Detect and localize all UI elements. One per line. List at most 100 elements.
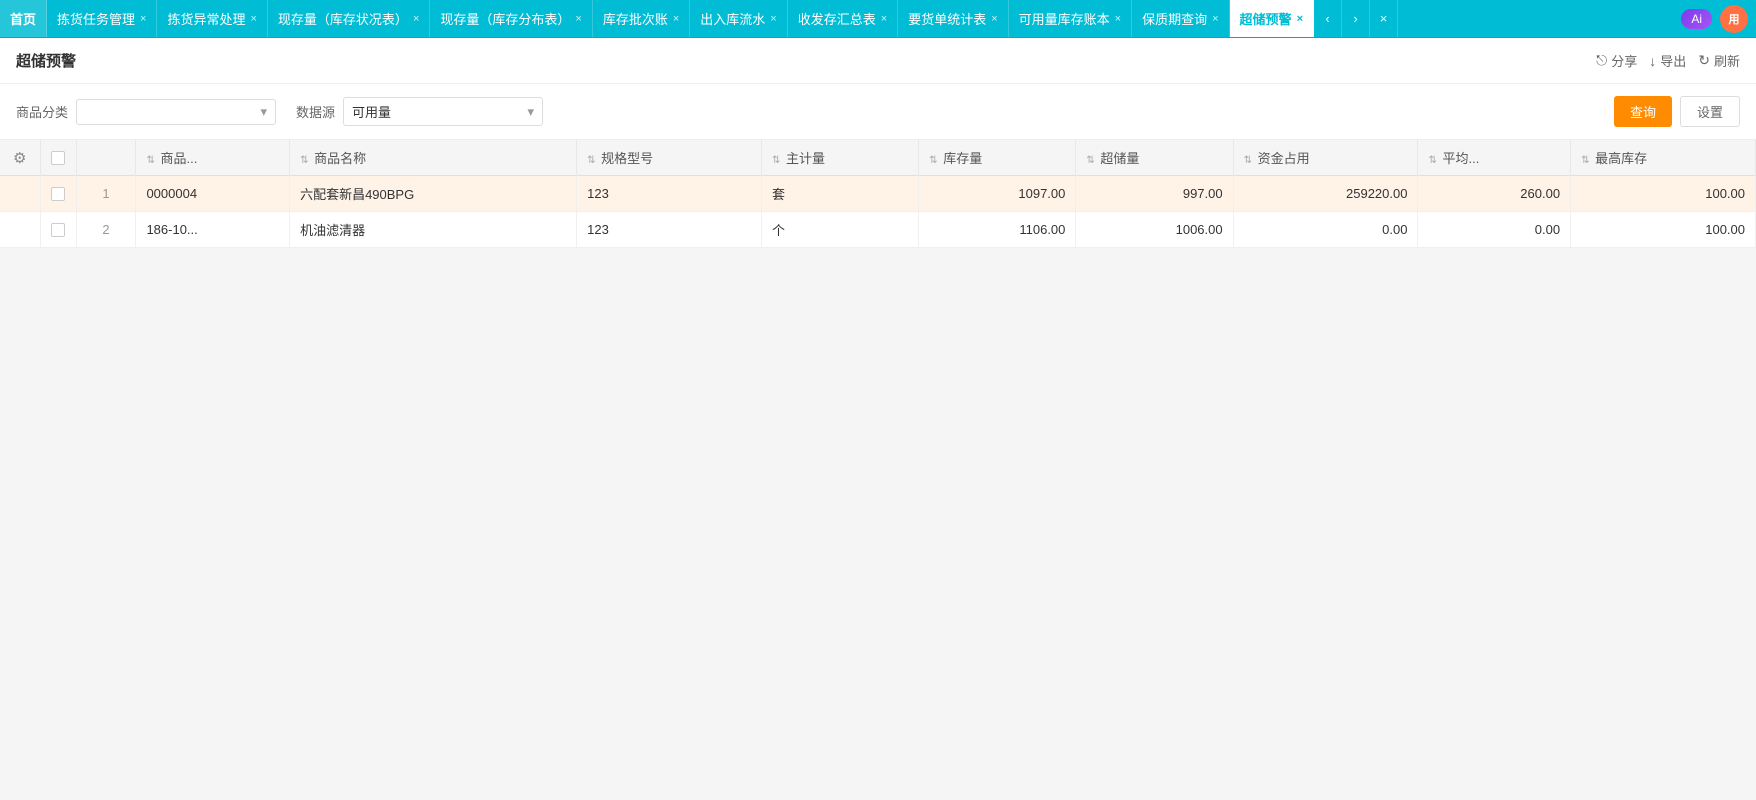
th-max-stock[interactable]: ⇅ 最高库存 [1571,140,1756,176]
category-dropdown-arrow: ▾ [260,104,267,120]
query-button[interactable]: 查询 [1614,96,1672,127]
th-capital[interactable]: ⇅ 资金占用 [1233,140,1418,176]
nav-prev-btn[interactable]: ‹ [1314,0,1342,37]
close-available-account[interactable]: × [1115,13,1121,25]
nav-label-pick-exception: 拣货异常处理 [167,9,245,28]
row-checkbox[interactable] [51,223,65,237]
nav-item-available-account[interactable]: 可用量库存账本 × [1009,0,1132,37]
nav-item-shelf-life[interactable]: 保质期查询 × [1132,0,1229,37]
nav-label-order-stats: 要货单统计表 [908,9,986,28]
nav-item-inout-flow[interactable]: 出入库流水 × [690,0,787,37]
nav-item-pick-task[interactable]: 拣货任务管理 × [47,0,157,37]
th-overstock[interactable]: ⇅ 超储量 [1076,140,1233,176]
nav-item-order-stats[interactable]: 要货单统计表 × [898,0,1008,37]
close-overstock-warning[interactable]: × [1297,13,1303,25]
close-pick-exception[interactable]: × [250,13,256,25]
td-checkbox-cell[interactable] [40,176,76,212]
nav-item-pick-exception[interactable]: 拣货异常处理 × [157,0,267,37]
th-avg-label: 平均... [1442,151,1479,166]
close-shelf-life[interactable]: × [1212,13,1218,25]
td-checkbox-cell[interactable] [40,212,76,248]
sort-icon-capital: ⇅ [1244,155,1252,166]
sort-icon-unit: ⇅ [772,155,780,166]
td-gear-cell [0,212,40,248]
nav-label-pick-task: 拣货任务管理 [57,9,135,28]
nav-item-home[interactable]: 首页 [0,0,47,37]
export-button[interactable]: ↓ 导出 [1649,51,1686,70]
td-capital: 259220.00 [1233,176,1418,212]
category-select[interactable]: ▾ [76,99,276,125]
td-index: 1 [76,176,136,212]
nav-label-stock-dist: 现存量（库存分布表） [440,9,570,28]
close-recv-summary[interactable]: × [881,13,887,25]
user-avatar[interactable]: 用 [1720,5,1748,33]
th-product-code[interactable]: ⇅ 商品... [136,140,290,176]
datasource-select[interactable]: 可用量 ▾ [343,97,543,126]
nav-label-available-account: 可用量库存账本 [1019,9,1110,28]
td-avg: 0.00 [1418,212,1571,248]
nav-item-home-label: 首页 [10,9,36,28]
nav-item-overstock-warning[interactable]: 超储预警 × [1230,0,1314,37]
th-spec[interactable]: ⇅ 规格型号 [577,140,762,176]
nav-next-btn[interactable]: › [1342,0,1370,37]
td-product-code: 186-10... [136,212,290,248]
td-product-code: 0000004 [136,176,290,212]
td-unit: 个 [761,212,918,248]
td-spec: 123 [577,176,762,212]
filter-buttons: 查询 设置 [1614,96,1740,127]
refresh-button[interactable]: ↻ 刷新 [1698,51,1740,70]
filter-bar: 商品分类 ▾ 数据源 可用量 ▾ 查询 设置 [0,84,1756,140]
td-product-name: 机油滤清器 [290,212,577,248]
nav-item-stock-dist[interactable]: 现存量（库存分布表） × [430,0,592,37]
td-max-stock: 100.00 [1571,212,1756,248]
select-all-checkbox[interactable] [51,151,65,165]
td-max-stock: 100.00 [1571,176,1756,212]
close-pick-task[interactable]: × [140,13,146,25]
datasource-value: 可用量 [352,102,391,121]
close-stock-status[interactable]: × [413,13,419,25]
share-button[interactable]: ⎋ 分享 [1596,51,1637,70]
nav-item-stock-status[interactable]: 现存量（库存状况表） × [268,0,430,37]
nav-item-recv-summary[interactable]: 收发存汇总表 × [788,0,898,37]
th-unit-label: 主计量 [786,151,825,166]
datasource-label: 数据源 [296,102,335,121]
close-batch-account[interactable]: × [673,13,679,25]
th-stock-label: 库存量 [943,151,982,166]
ai-button-label: Ai [1691,12,1702,26]
td-stock: 1106.00 [919,212,1076,248]
th-checkbox[interactable] [40,140,76,176]
gear-icon[interactable]: ⚙ [13,150,26,167]
td-capital: 0.00 [1233,212,1418,248]
nav-item-batch-account[interactable]: 库存批次账 × [593,0,690,37]
settings-button[interactable]: 设置 [1680,96,1740,127]
nav-more-btn[interactable]: × [1370,0,1398,37]
export-label: 导出 [1660,51,1686,70]
close-inout-flow[interactable]: × [770,13,776,25]
refresh-label: 刷新 [1714,51,1740,70]
table-row: 1 0000004 六配套新昌490BPG 123 套 1097.00 997.… [0,176,1756,212]
ai-button[interactable]: Ai [1681,9,1712,29]
table-container: ⚙ ⇅ 商品... ⇅ 商品名称 ⇅ [0,140,1756,248]
nav-label-overstock-warning: 超储预警 [1240,9,1292,28]
th-index [76,140,136,176]
th-product-code-label: 商品... [160,151,197,166]
sort-icon-product-name: ⇅ [300,155,308,166]
row-checkbox[interactable] [51,187,65,201]
sort-icon-max-stock: ⇅ [1581,155,1589,166]
sort-icon-product-code: ⇅ [146,155,154,166]
td-gear-cell [0,176,40,212]
top-navigation: 首页 拣货任务管理 × 拣货异常处理 × 现存量（库存状况表） × 现存量（库存… [0,0,1756,38]
th-stock[interactable]: ⇅ 库存量 [919,140,1076,176]
td-product-name: 六配套新昌490BPG [290,176,577,212]
th-unit[interactable]: ⇅ 主计量 [761,140,918,176]
th-product-name[interactable]: ⇅ 商品名称 [290,140,577,176]
close-stock-dist[interactable]: × [575,13,581,25]
sort-icon-overstock: ⇅ [1086,155,1094,166]
th-product-name-label: 商品名称 [314,151,366,166]
th-gear[interactable]: ⚙ [0,140,40,176]
share-label: 分享 [1611,51,1637,70]
nav-label-stock-status: 现存量（库存状况表） [278,9,408,28]
close-order-stats[interactable]: × [991,13,997,25]
category-label: 商品分类 [16,102,68,121]
th-avg[interactable]: ⇅ 平均... [1418,140,1571,176]
